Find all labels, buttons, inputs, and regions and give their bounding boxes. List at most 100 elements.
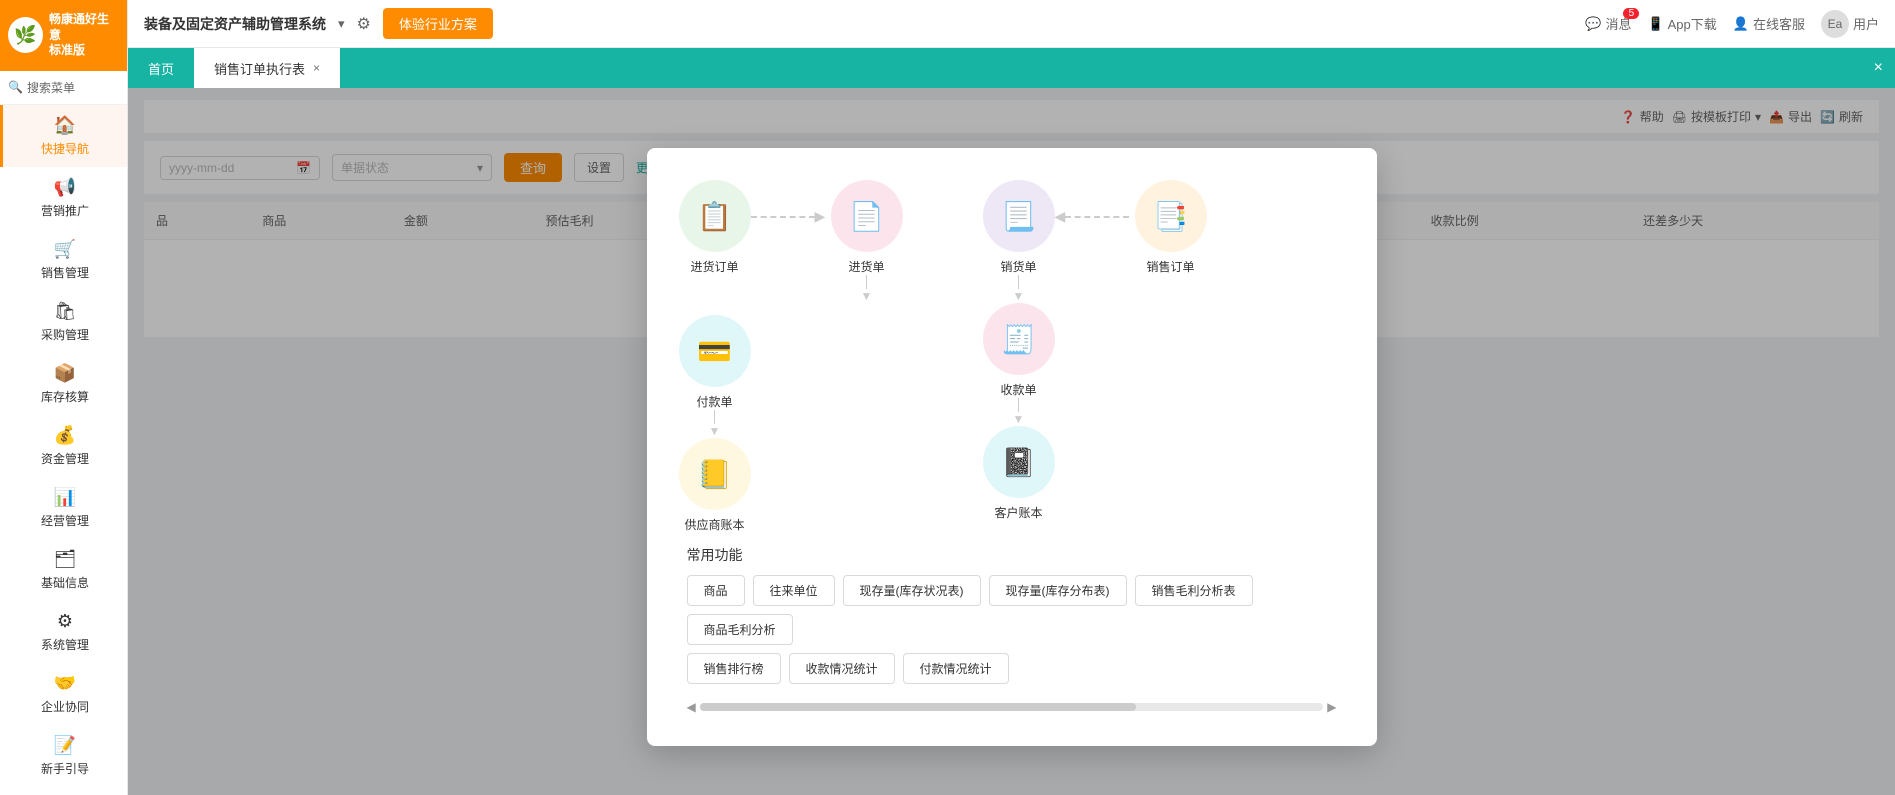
sidebar-item-finance[interactable]: 💰 资金管理 xyxy=(0,415,127,477)
node-receipt[interactable]: 🧾 收款单 xyxy=(983,303,1055,398)
flow-col-1: 📋 进货订单 💳 付款单 xyxy=(679,180,751,533)
func-btn-sales-gross[interactable]: 销售毛利分析表 xyxy=(1135,575,1253,606)
gear-icon[interactable]: ⚙ xyxy=(357,14,371,34)
common-funcs-title: 常用功能 xyxy=(687,545,1337,565)
func-btn-sales-rank[interactable]: 销售排行榜 xyxy=(687,653,781,684)
sidebar-item-marketing[interactable]: 📢 营销推广 xyxy=(0,167,127,229)
main-area: 装备及固定资产辅助管理系统 ▾ ⚙ 体验行业方案 💬 消息 5 📱 App下载 … xyxy=(128,0,1895,795)
logo-icon: 🌿 xyxy=(8,17,43,53)
download-icon: 📱 xyxy=(1647,16,1663,32)
marketing-icon: 📢 xyxy=(54,177,76,198)
receipt-icon: 🧾 xyxy=(983,303,1055,375)
customer-book-label: 客户账本 xyxy=(994,504,1042,521)
node-purchase-bill[interactable]: 📄 进货单 xyxy=(831,180,903,275)
func-btn-contacts[interactable]: 往来单位 xyxy=(753,575,835,606)
message-icon: 💬 xyxy=(1585,16,1601,32)
supplier-book-icon: 📒 xyxy=(679,438,751,510)
payment-icon: 💳 xyxy=(679,315,751,387)
purchase-order-icon: 📋 xyxy=(679,180,751,252)
sidebar-item-enterprise[interactable]: 🤝 企业协同 xyxy=(0,663,127,725)
arrow-down-2: ▼ xyxy=(861,275,873,303)
purchase-bill-label: 进货单 xyxy=(848,258,884,275)
scroll-right-icon[interactable]: ▶ xyxy=(1327,700,1336,714)
arrow-down-3: ▼ xyxy=(1013,275,1025,303)
flow-col-2: 📄 进货单 ▼ xyxy=(831,180,903,533)
sales-order-icon: 📑 xyxy=(1135,180,1207,252)
sidebar-item-system[interactable]: ⚙ 系统管理 xyxy=(0,601,127,663)
message-badge: 5 xyxy=(1623,8,1639,19)
sales-icon: 🛒 xyxy=(54,239,76,260)
search-icon: 🔍 xyxy=(8,80,23,94)
modal-dialog: 📋 进货订单 💳 付款单 xyxy=(647,148,1377,746)
tab-home[interactable]: 首页 xyxy=(128,48,194,88)
system-icon: ⚙ xyxy=(57,611,73,632)
sidebar-item-purchase[interactable]: 🛍 采购管理 xyxy=(0,291,127,353)
home-icon: 🏠 xyxy=(54,115,76,136)
customer-book-icon: 📓 xyxy=(983,426,1055,498)
node-customer-book[interactable]: 📓 客户账本 xyxy=(983,426,1055,521)
h-arrow-2: ◀ xyxy=(1055,180,1135,533)
node-sales-order[interactable]: 📑 销售订单 xyxy=(1135,180,1207,275)
sales-bill-icon: 📃 xyxy=(983,180,1055,252)
supplier-book-label: 供应商账本 xyxy=(684,516,744,533)
scrollbar-thumb xyxy=(700,703,1136,711)
sidebar: 🌿 畅康通好生意 标准版 🔍 搜索菜单 🏠 快捷导航 📢 营销推广 🛒 销售管理 xyxy=(0,0,128,795)
flow-col-4: 📑 销售订单 xyxy=(1135,180,1207,533)
flow-section: 📋 进货订单 💳 付款单 xyxy=(671,172,1353,533)
purchase-order-label: 进货订单 xyxy=(690,258,738,275)
tabbar: 首页 销售订单执行表 × × xyxy=(128,48,1895,88)
node-supplier-book[interactable]: 📒 供应商账本 xyxy=(679,438,751,533)
sidebar-item-business[interactable]: 📊 经营管理 xyxy=(0,477,127,539)
func-btn-receipt-stats[interactable]: 收款情况统计 xyxy=(789,653,895,684)
base-icon: 🗂 xyxy=(54,549,77,570)
sidebar-item-quick[interactable]: 🏠 快捷导航 xyxy=(0,105,127,167)
inventory-icon: 📦 xyxy=(54,363,76,384)
node-purchase-order[interactable]: 📋 进货订单 xyxy=(679,180,751,275)
purchase-bill-icon: 📄 xyxy=(831,180,903,252)
sidebar-item-inventory[interactable]: 📦 库存核算 xyxy=(0,353,127,415)
modal-overlay[interactable]: 📋 进货订单 💳 付款单 xyxy=(128,88,1895,795)
scrollbar-row: ◀ ▶ xyxy=(671,692,1353,722)
node-sales-bill[interactable]: 📃 销货单 xyxy=(983,180,1055,275)
func-buttons-row2: 销售排行榜 收款情况统计 付款情况统计 xyxy=(687,653,1337,684)
func-btn-stock-dist[interactable]: 现存量(库存分布表) xyxy=(989,575,1127,606)
logo-text: 畅康通好生意 标准版 xyxy=(49,12,119,59)
payment-label: 付款单 xyxy=(696,393,732,410)
online-service-btn[interactable]: 👤 在线客服 xyxy=(1733,14,1805,33)
sidebar-item-guide[interactable]: 📝 新手引导 xyxy=(0,725,127,787)
system-title: 装备及固定资产辅助管理系统 xyxy=(144,14,326,34)
node-payment[interactable]: 💳 付款单 xyxy=(679,315,751,410)
sales-order-label: 销售订单 xyxy=(1146,258,1194,275)
scroll-left-icon[interactable]: ◀ xyxy=(687,700,696,714)
sidebar-item-base[interactable]: 🗂 基础信息 xyxy=(0,539,127,601)
service-icon: 👤 xyxy=(1733,16,1749,32)
guide-icon: 📝 xyxy=(54,735,76,756)
message-btn[interactable]: 💬 消息 5 xyxy=(1585,14,1631,33)
business-icon: 📊 xyxy=(54,487,76,508)
search-menu[interactable]: 🔍 搜索菜单 xyxy=(0,71,127,105)
gap-col xyxy=(903,180,983,533)
sidebar-item-sales[interactable]: 🛒 销售管理 xyxy=(0,229,127,291)
func-buttons-row1: 商品 往来单位 现存量(库存状况表) 现存量(库存分布表) 销售毛利分析表 商品… xyxy=(687,575,1337,645)
sales-bill-label: 销货单 xyxy=(1000,258,1036,275)
func-btn-goods-gross[interactable]: 商品毛利分析 xyxy=(687,614,793,645)
app-logo: 🌿 畅康通好生意 标准版 xyxy=(0,0,127,71)
purchase-icon: 🛍 xyxy=(54,301,77,322)
enterprise-icon: 🤝 xyxy=(54,673,76,694)
tabbar-close-icon[interactable]: × xyxy=(1874,59,1883,77)
flow-col-3: 📃 销货单 ▼ 🧾 xyxy=(983,180,1055,533)
user-menu[interactable]: Ea 用户 xyxy=(1821,10,1879,38)
topbar-actions: 💬 消息 5 📱 App下载 👤 在线客服 Ea 用户 xyxy=(1585,10,1879,38)
func-btn-payment-stats[interactable]: 付款情况统计 xyxy=(903,653,1009,684)
func-btn-goods[interactable]: 商品 xyxy=(687,575,745,606)
h-arrow-1: ▶ xyxy=(751,180,831,533)
app-download-btn[interactable]: 📱 App下载 xyxy=(1647,14,1716,33)
experience-btn[interactable]: 体验行业方案 xyxy=(383,8,493,39)
arrow-down-1: ▼ xyxy=(709,410,721,438)
scrollbar-track[interactable] xyxy=(700,703,1324,711)
func-btn-stock-status[interactable]: 现存量(库存状况表) xyxy=(843,575,981,606)
topbar-dropdown-icon[interactable]: ▾ xyxy=(338,16,345,32)
scroll-arrows: ◀ ▶ xyxy=(687,700,1337,714)
tab-sales-order[interactable]: 销售订单执行表 × xyxy=(194,48,340,88)
tab-close-icon[interactable]: × xyxy=(313,61,320,75)
